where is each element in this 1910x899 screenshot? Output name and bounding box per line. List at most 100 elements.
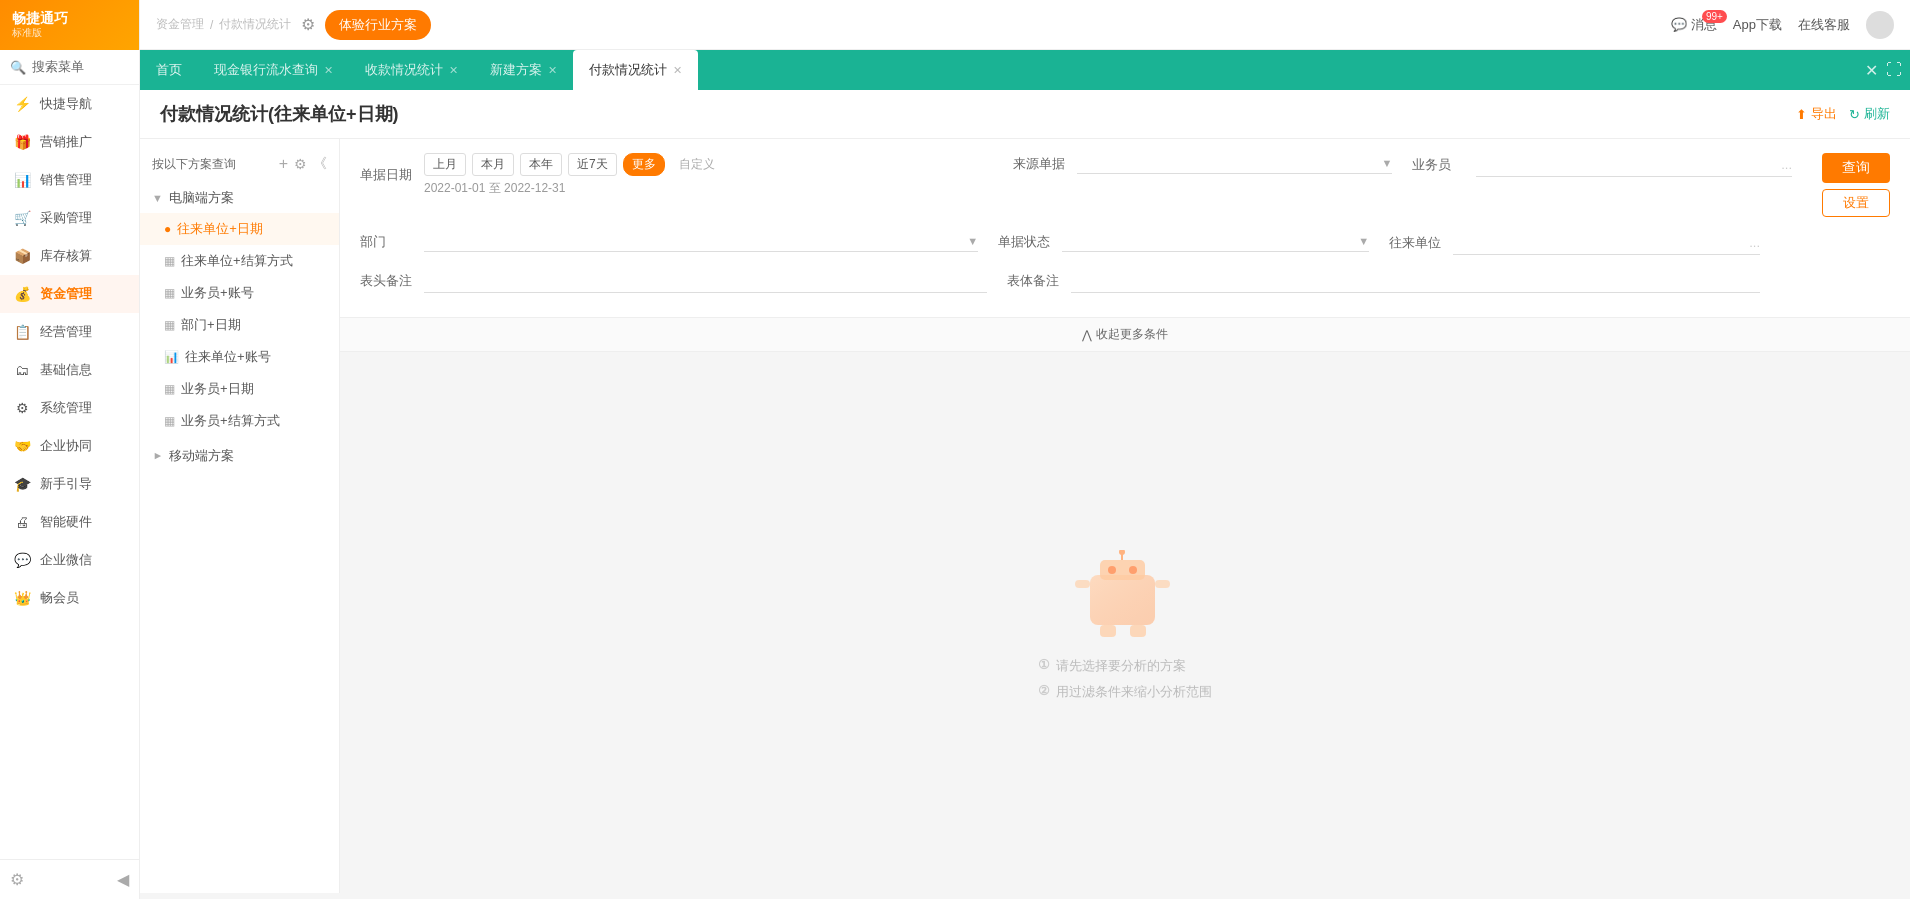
scheme-icon-3: ▦ [164,286,175,300]
source-field: 来源单据 ▼ [1013,153,1393,174]
body-notes-input[interactable] [1071,269,1760,293]
date-btn-this-month[interactable]: 本月 [472,153,514,176]
head-notes-input[interactable] [424,269,987,293]
tab-close-all-icon[interactable]: ✕ [1865,61,1878,80]
empty-hint-2: ② 用过滤条件来缩小分析范围 [1038,683,1212,701]
scheme-settings-icon[interactable]: ⚙ [294,156,307,172]
sidebar-item-purchase[interactable]: 🛒 采购管理 [0,199,139,237]
message-badge: 99+ [1702,10,1727,23]
source-select[interactable]: ▼ [1077,153,1393,174]
voucher-status-label: 单据状态 [998,233,1054,251]
tab-payment-stats[interactable]: 付款情况统计 ✕ [573,50,698,90]
messages-button[interactable]: 💬 消息 99+ [1671,16,1717,34]
sidebar-item-system[interactable]: ⚙ 系统管理 [0,389,139,427]
online-service-link[interactable]: 在线客服 [1798,16,1850,34]
voucher-status-select[interactable]: ▼ [1062,231,1369,252]
tab-close-bank-flow[interactable]: ✕ [324,64,333,77]
scheme-collapse-icon[interactable]: 《 [313,155,327,173]
svg-rect-7 [1130,625,1146,637]
sidebar-item-inventory[interactable]: 📦 库存核算 [0,237,139,275]
main-area: 资金管理 / 付款情况统计 ⚙ 体验行业方案 💬 消息 99+ App下载 在线… [140,0,1910,899]
page-actions: ⬆ 导出 ↻ 刷新 [1796,105,1890,123]
svg-point-5 [1119,550,1125,555]
sidebar-item-quick-nav[interactable]: ⚡ 快捷导航 [0,85,139,123]
capital-icon: 💰 [12,286,32,302]
settings-button[interactable]: 设置 [1822,189,1890,217]
sidebar-item-wechat[interactable]: 💬 企业微信 [0,541,139,579]
scheme-item-unit-payment[interactable]: ▦ 往来单位+结算方式 [140,245,339,277]
tab-new-plan[interactable]: 新建方案 ✕ [474,50,573,90]
sidebar-item-cooperation[interactable]: 🤝 企业协同 [0,427,139,465]
tab-close-receipt-stats[interactable]: ✕ [449,64,458,77]
sidebar-item-guide[interactable]: 🎓 新手引导 [0,465,139,503]
staff-input[interactable] [1476,153,1792,177]
page-body: 付款情况统计(往来单位+日期) ⬆ 导出 ↻ 刷新 按以下方案查询 + [140,90,1910,899]
sidebar-item-basic[interactable]: 🗂 基础信息 [0,351,139,389]
breadcrumb: 资金管理 / 付款情况统计 [156,16,291,33]
scheme-panel: 按以下方案查询 + ⚙ 《 ▼ 电脑端方案 ● 往来单位+日期 [140,139,340,893]
trial-button[interactable]: 体验行业方案 [325,10,431,40]
sales-icon: 📊 [12,172,32,188]
svg-rect-1 [1100,560,1145,580]
partner-input[interactable] [1453,231,1760,255]
empty-robot-svg [1070,550,1180,640]
app-download-link[interactable]: App下载 [1733,16,1782,34]
date-field: 单据日期 上月 本月 本年 近7天 更多 自定义 [360,153,993,197]
scheme-item-unit-account[interactable]: 📊 往来单位+账号 [140,341,339,373]
header-gear-icon[interactable]: ⚙ [301,15,315,34]
tab-bar-right: ✕ ⛶ [1865,61,1910,80]
sidebar-item-hardware[interactable]: 🖨 智能硬件 [0,503,139,541]
query-button[interactable]: 查询 [1822,153,1890,183]
date-btn-last-month[interactable]: 上月 [424,153,466,176]
filter-inner: 单据日期 上月 本月 本年 近7天 更多 自定义 [340,139,1910,303]
sidebar-item-operations[interactable]: 📋 经营管理 [0,313,139,351]
collapse-icon: ⋀ [1082,328,1092,342]
date-quick-row: 上月 本月 本年 近7天 更多 自定义 [424,153,993,176]
scheme-item-staff-payment[interactable]: ▦ 业务员+结算方式 [140,405,339,437]
partner-field: 往来单位 [1389,231,1760,255]
sidebar-item-capital[interactable]: 💰 资金管理 [0,275,139,313]
sidebar-item-sales[interactable]: 📊 销售管理 [0,161,139,199]
tab-receipt-stats[interactable]: 收款情况统计 ✕ [349,50,474,90]
scheme-icon-6: ▦ [164,382,175,396]
tab-close-payment-stats[interactable]: ✕ [673,64,682,77]
sidebar-item-marketing[interactable]: 🎁 营销推广 [0,123,139,161]
collapse-more-bar[interactable]: ⋀ 收起更多条件 [340,317,1910,351]
search-icon: 🔍 [10,60,26,75]
scheme-item-staff-account[interactable]: ▦ 业务员+账号 [140,277,339,309]
date-btn-custom[interactable]: 自定义 [671,154,723,175]
scheme-group-mobile: ▼ 移动端方案 [140,441,339,471]
tab-home[interactable]: 首页 [140,50,198,90]
quick-nav-icon: ⚡ [12,96,32,112]
scheme-add-icon[interactable]: + [279,155,288,173]
scheme-group-desktop: ▼ 电脑端方案 ● 往来单位+日期 ▦ 往来单位+结算方式 ▦ 业务员+账号 [140,183,339,437]
body-notes-label: 表体备注 [1007,272,1063,290]
scheme-group-mobile-header[interactable]: ▼ 移动端方案 [140,441,339,471]
date-btn-this-year[interactable]: 本年 [520,153,562,176]
date-btn-last-7[interactable]: 近7天 [568,153,617,176]
refresh-button[interactable]: ↻ 刷新 [1849,105,1890,123]
dept-select[interactable]: ▼ [424,231,978,252]
scheme-group-desktop-header[interactable]: ▼ 电脑端方案 [140,183,339,213]
date-btn-more[interactable]: 更多 [623,153,665,176]
scheme-item-unit-date[interactable]: ● 往来单位+日期 [140,213,339,245]
svg-rect-6 [1100,625,1116,637]
tab-expand-icon[interactable]: ⛶ [1886,61,1902,79]
wechat-icon: 💬 [12,552,32,568]
source-label: 来源单据 [1013,155,1069,173]
search-menu[interactable]: 🔍 搜索菜单 [0,50,139,85]
collapse-sidebar-icon[interactable]: ◀ [117,870,129,889]
tab-bank-flow[interactable]: 现金银行流水查询 ✕ [198,50,349,90]
settings-footer-icon[interactable]: ⚙ [10,870,24,889]
scheme-item-staff-date[interactable]: ▦ 业务员+日期 [140,373,339,405]
scheme-icon-5: 📊 [164,350,179,364]
user-avatar[interactable] [1866,11,1894,39]
inventory-icon: 📦 [12,248,32,264]
voucher-status-arrow: ▼ [1358,235,1369,247]
sidebar-item-member[interactable]: 👑 畅会员 [0,579,139,617]
tab-close-new-plan[interactable]: ✕ [548,64,557,77]
export-button[interactable]: ⬆ 导出 [1796,105,1837,123]
partner-label: 往来单位 [1389,234,1445,252]
main-right: 单据日期 上月 本月 本年 近7天 更多 自定义 [340,139,1910,893]
scheme-item-dept-date[interactable]: ▦ 部门+日期 [140,309,339,341]
